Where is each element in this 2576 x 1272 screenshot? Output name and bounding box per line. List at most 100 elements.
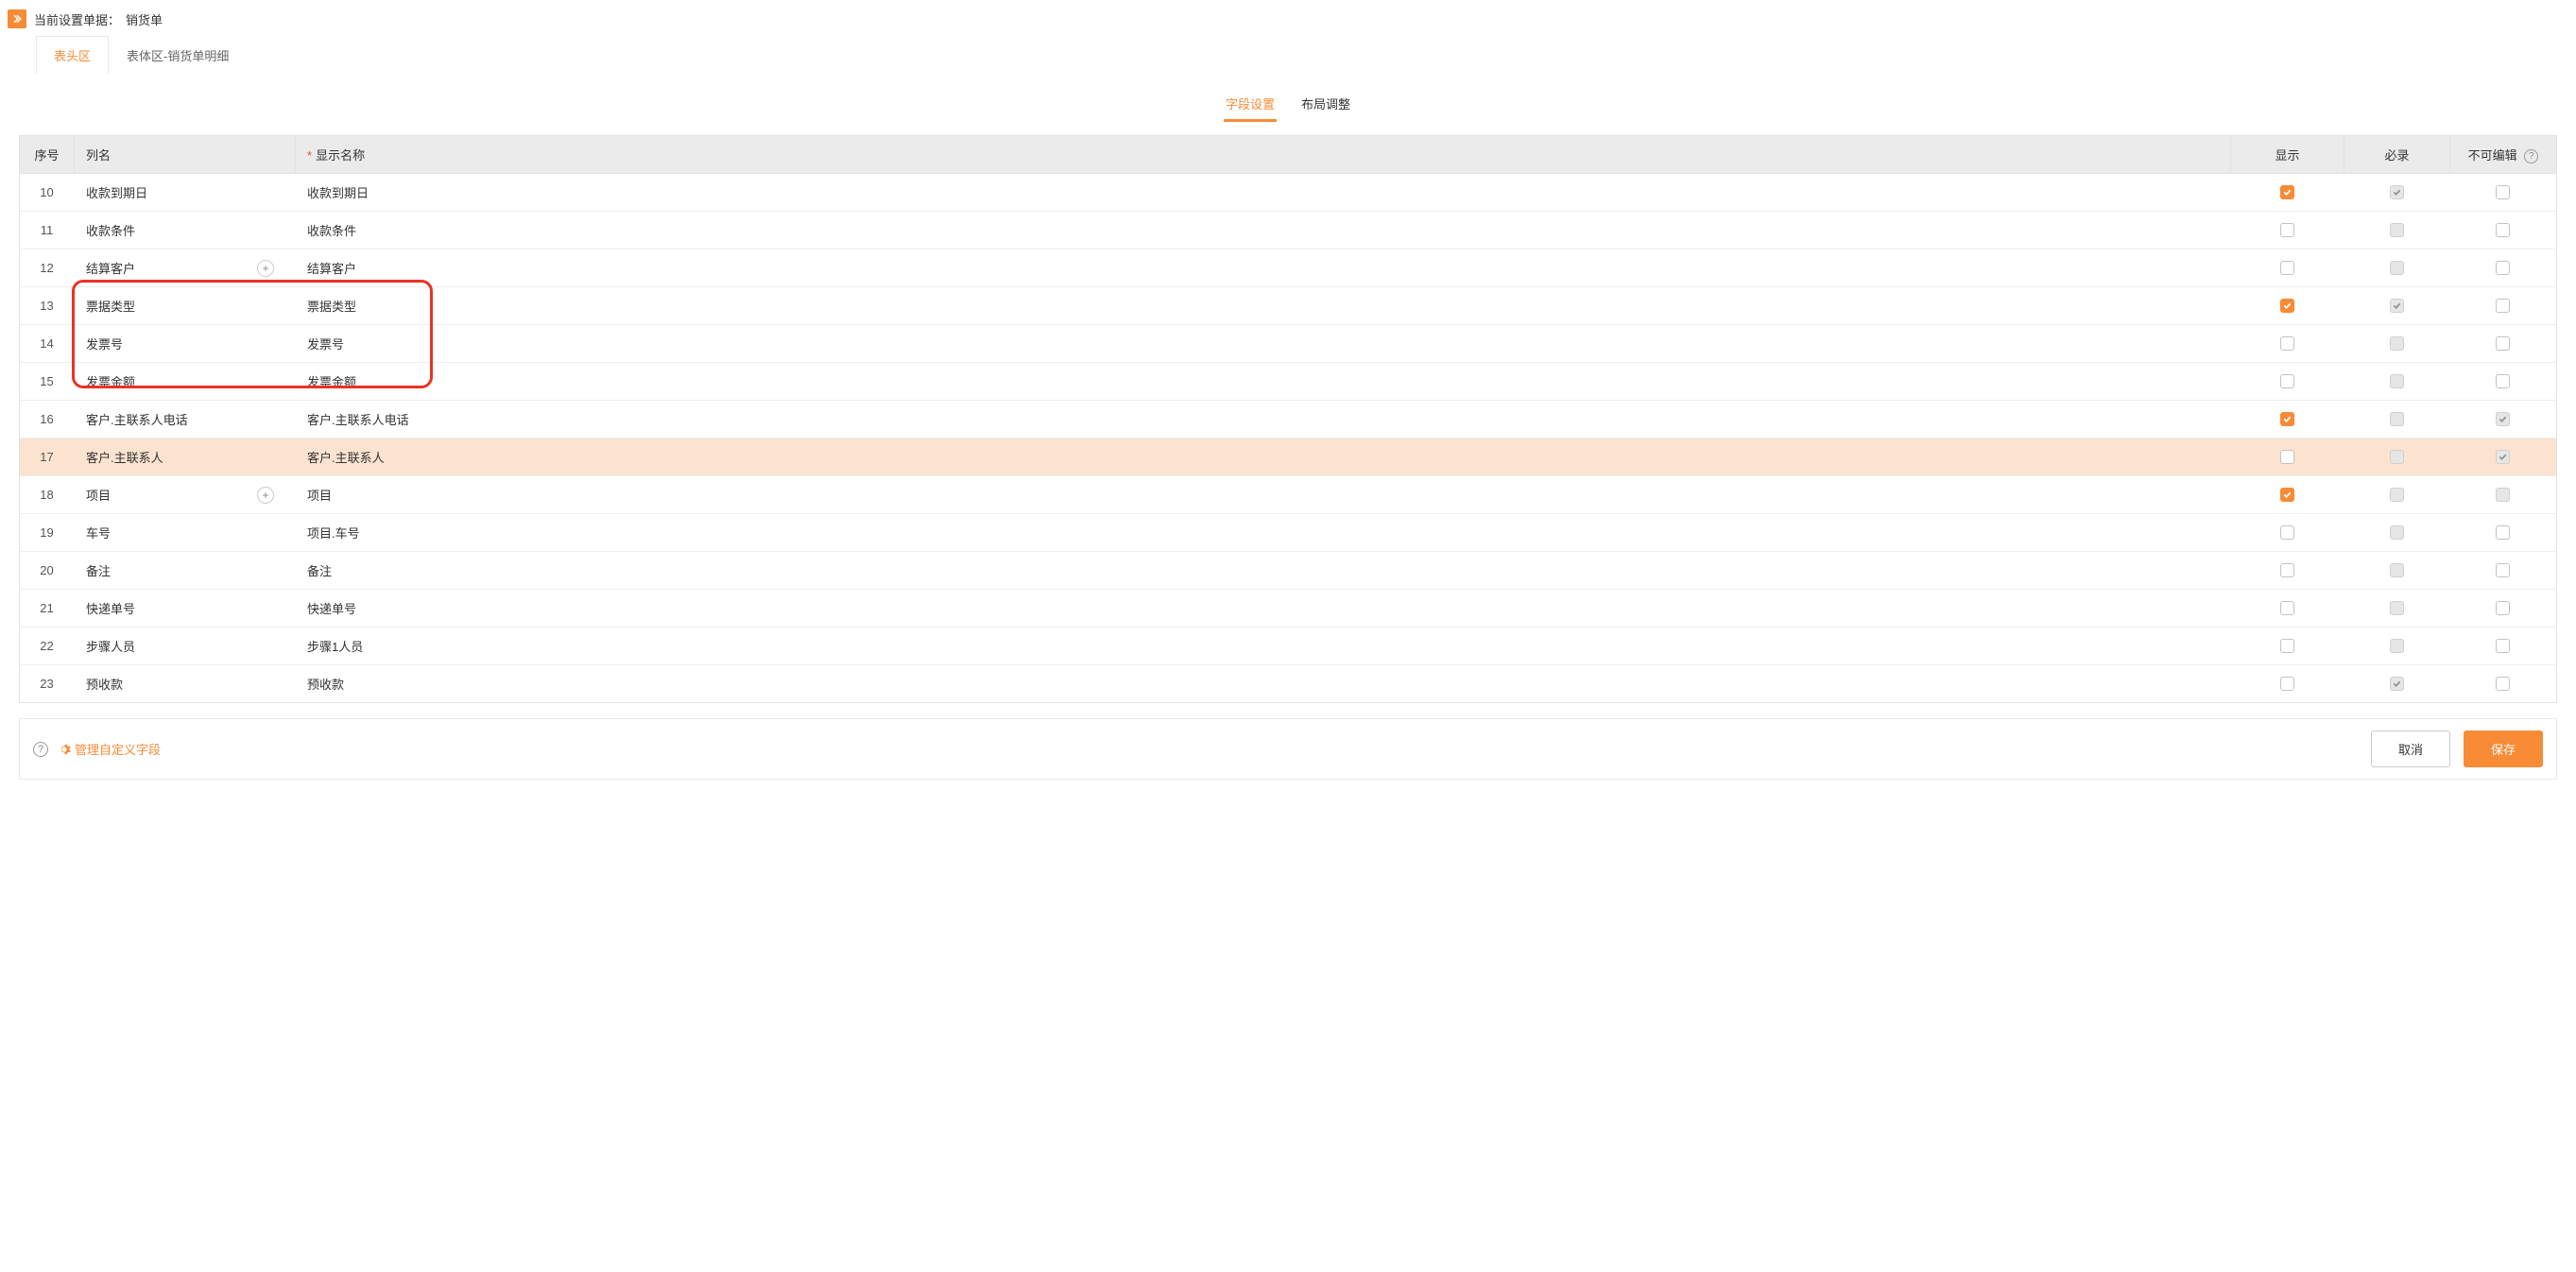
cell-display-name[interactable]: 客户.主联系人电话 [296, 401, 2231, 438]
show-checkbox[interactable] [2280, 185, 2294, 199]
cell-display-name[interactable]: 预收款 [296, 665, 2231, 702]
required-checkbox [2390, 412, 2404, 426]
cell-name: 发票号 [75, 325, 296, 362]
cell-readonly [2450, 289, 2556, 322]
cell-show [2231, 478, 2344, 511]
cell-display-name[interactable]: 快递单号 [296, 590, 2231, 627]
title-label: 当前设置单据： [34, 10, 120, 28]
table-row[interactable]: 15发票金额发票金额 [20, 363, 2556, 401]
cell-display-name[interactable]: 客户.主联系人 [296, 438, 2231, 475]
show-checkbox[interactable] [2280, 412, 2294, 426]
cell-show [2231, 289, 2344, 322]
show-checkbox[interactable] [2280, 374, 2294, 388]
cell-name: 步骤人员 [75, 627, 296, 664]
page-title: 当前设置单据： 销货单 [34, 10, 163, 28]
table-row[interactable]: 10收款到期日收款到期日 [20, 174, 2556, 212]
readonly-checkbox[interactable] [2496, 299, 2510, 313]
save-button[interactable]: 保存 [2464, 731, 2543, 767]
show-checkbox[interactable] [2280, 525, 2294, 540]
expand-field-button[interactable]: + [257, 260, 274, 277]
help-icon[interactable]: ? [33, 742, 48, 757]
show-checkbox[interactable] [2280, 261, 2294, 275]
cell-required [2344, 516, 2450, 549]
expand-toggle-button[interactable] [8, 9, 26, 28]
title-bar: 当前设置单据： 销货单 [8, 6, 2568, 36]
cell-show [2231, 667, 2344, 700]
cell-name: 车号 [75, 514, 296, 551]
manage-custom-fields-link[interactable]: 管理自定义字段 [58, 740, 161, 758]
cell-required [2344, 214, 2450, 247]
cell-display-name[interactable]: 发票金额 [296, 363, 2231, 400]
subtab-1[interactable]: 布局调整 [1299, 89, 1352, 122]
cell-display-name[interactable]: 发票号 [296, 325, 2231, 362]
cell-required [2344, 327, 2450, 360]
readonly-checkbox[interactable] [2496, 601, 2510, 615]
expand-field-button[interactable]: + [257, 487, 274, 504]
help-icon[interactable]: ? [2524, 149, 2538, 163]
table-row[interactable]: 19车号项目.车号 [20, 514, 2556, 552]
cancel-button[interactable]: 取消 [2371, 731, 2450, 767]
readonly-checkbox[interactable] [2496, 223, 2510, 237]
cell-readonly [2450, 554, 2556, 587]
footer-actions: 取消 保存 [2371, 731, 2543, 767]
table-row[interactable]: 22步骤人员步骤1人员 [20, 627, 2556, 665]
table-row[interactable]: 12结算客户+结算客户 [20, 249, 2556, 287]
required-checkbox [2390, 336, 2404, 351]
show-checkbox[interactable] [2280, 601, 2294, 615]
cell-readonly [2450, 667, 2556, 700]
show-checkbox[interactable] [2280, 299, 2294, 313]
readonly-checkbox[interactable] [2496, 563, 2510, 577]
cell-display-name[interactable]: 步骤1人员 [296, 627, 2231, 664]
readonly-checkbox[interactable] [2496, 639, 2510, 653]
tab-0[interactable]: 表头区 [36, 36, 109, 74]
show-checkbox[interactable] [2280, 488, 2294, 502]
table-row[interactable]: 23预收款预收款 [20, 665, 2556, 702]
cell-display-name[interactable]: 备注 [296, 552, 2231, 589]
cell-seq: 13 [20, 289, 75, 322]
show-checkbox[interactable] [2280, 677, 2294, 691]
table-row[interactable]: 11收款条件收款条件 [20, 212, 2556, 249]
cell-readonly [2450, 251, 2556, 284]
cell-readonly [2450, 403, 2556, 436]
cell-show [2231, 629, 2344, 662]
tab-1[interactable]: 表体区-销货单明细 [109, 36, 247, 74]
table-row[interactable]: 16客户.主联系人电话客户.主联系人电话 [20, 401, 2556, 438]
readonly-checkbox[interactable] [2496, 677, 2510, 691]
cell-seq: 23 [20, 667, 75, 700]
cell-show [2231, 214, 2344, 247]
subtab-0[interactable]: 字段设置 [1224, 89, 1277, 122]
show-checkbox[interactable] [2280, 336, 2294, 351]
table-row[interactable]: 17客户.主联系人客户.主联系人 [20, 438, 2556, 476]
required-star-icon: * [307, 148, 312, 163]
table-row[interactable]: 20备注备注 [20, 552, 2556, 590]
table-row[interactable]: 21快递单号快递单号 [20, 590, 2556, 627]
cell-required [2344, 403, 2450, 436]
cell-readonly [2450, 516, 2556, 549]
cell-name: 快递单号 [75, 590, 296, 627]
cell-display-name[interactable]: 票据类型 [296, 287, 2231, 324]
show-checkbox[interactable] [2280, 223, 2294, 237]
show-checkbox[interactable] [2280, 639, 2294, 653]
cell-readonly [2450, 478, 2556, 511]
cell-display-name[interactable]: 收款到期日 [296, 174, 2231, 211]
table-row[interactable]: 18项目+项目 [20, 476, 2556, 514]
readonly-checkbox[interactable] [2496, 261, 2510, 275]
table-row[interactable]: 13票据类型票据类型 [20, 287, 2556, 325]
readonly-checkbox[interactable] [2496, 525, 2510, 540]
cell-display-name[interactable]: 项目 [296, 476, 2231, 513]
required-checkbox [2390, 677, 2404, 691]
readonly-checkbox [2496, 488, 2510, 502]
cell-display-name[interactable]: 结算客户 [296, 249, 2231, 286]
readonly-checkbox[interactable] [2496, 374, 2510, 388]
cell-display-name[interactable]: 收款条件 [296, 212, 2231, 249]
cell-readonly [2450, 629, 2556, 662]
show-checkbox[interactable] [2280, 450, 2294, 464]
show-checkbox[interactable] [2280, 563, 2294, 577]
cell-name: 发票金额 [75, 363, 296, 400]
cell-seq: 10 [20, 176, 75, 209]
readonly-checkbox[interactable] [2496, 185, 2510, 199]
cell-show [2231, 440, 2344, 473]
readonly-checkbox[interactable] [2496, 336, 2510, 351]
cell-display-name[interactable]: 项目.车号 [296, 514, 2231, 551]
table-row[interactable]: 14发票号发票号 [20, 325, 2556, 363]
